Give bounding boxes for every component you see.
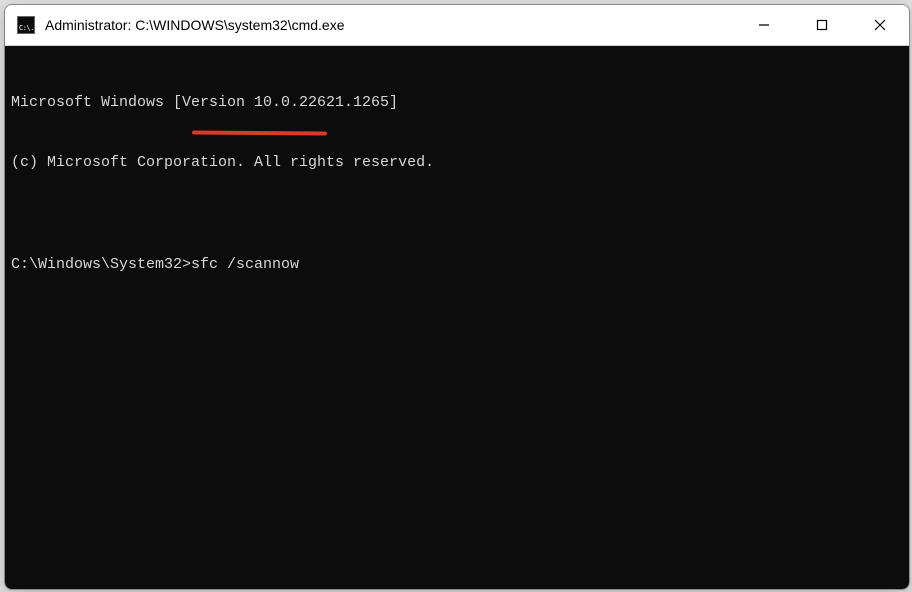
terminal-line-version: Microsoft Windows [Version 10.0.22621.12… xyxy=(11,93,903,113)
terminal-command: sfc /scannow xyxy=(191,256,299,273)
cmd-icon: C:\. xyxy=(17,16,35,34)
cmd-icon-text: C:\. xyxy=(18,24,35,33)
close-icon xyxy=(874,19,886,31)
window-title: Administrator: C:\WINDOWS\system32\cmd.e… xyxy=(45,17,345,33)
terminal-prompt: C:\Windows\System32> xyxy=(11,256,191,273)
minimize-icon xyxy=(758,19,770,31)
minimize-button[interactable] xyxy=(735,5,793,45)
terminal-area[interactable]: Microsoft Windows [Version 10.0.22621.12… xyxy=(5,46,909,589)
titlebar[interactable]: C:\. Administrator: C:\WINDOWS\system32\… xyxy=(5,5,909,46)
terminal-prompt-line: C:\Windows\System32>sfc /scannow xyxy=(11,255,903,275)
cmd-window: C:\. Administrator: C:\WINDOWS\system32\… xyxy=(4,4,910,590)
close-button[interactable] xyxy=(851,5,909,45)
red-underline-annotation xyxy=(192,131,327,136)
terminal-line-copyright: (c) Microsoft Corporation. All rights re… xyxy=(11,153,903,173)
maximize-button[interactable] xyxy=(793,5,851,45)
maximize-icon xyxy=(816,19,828,31)
